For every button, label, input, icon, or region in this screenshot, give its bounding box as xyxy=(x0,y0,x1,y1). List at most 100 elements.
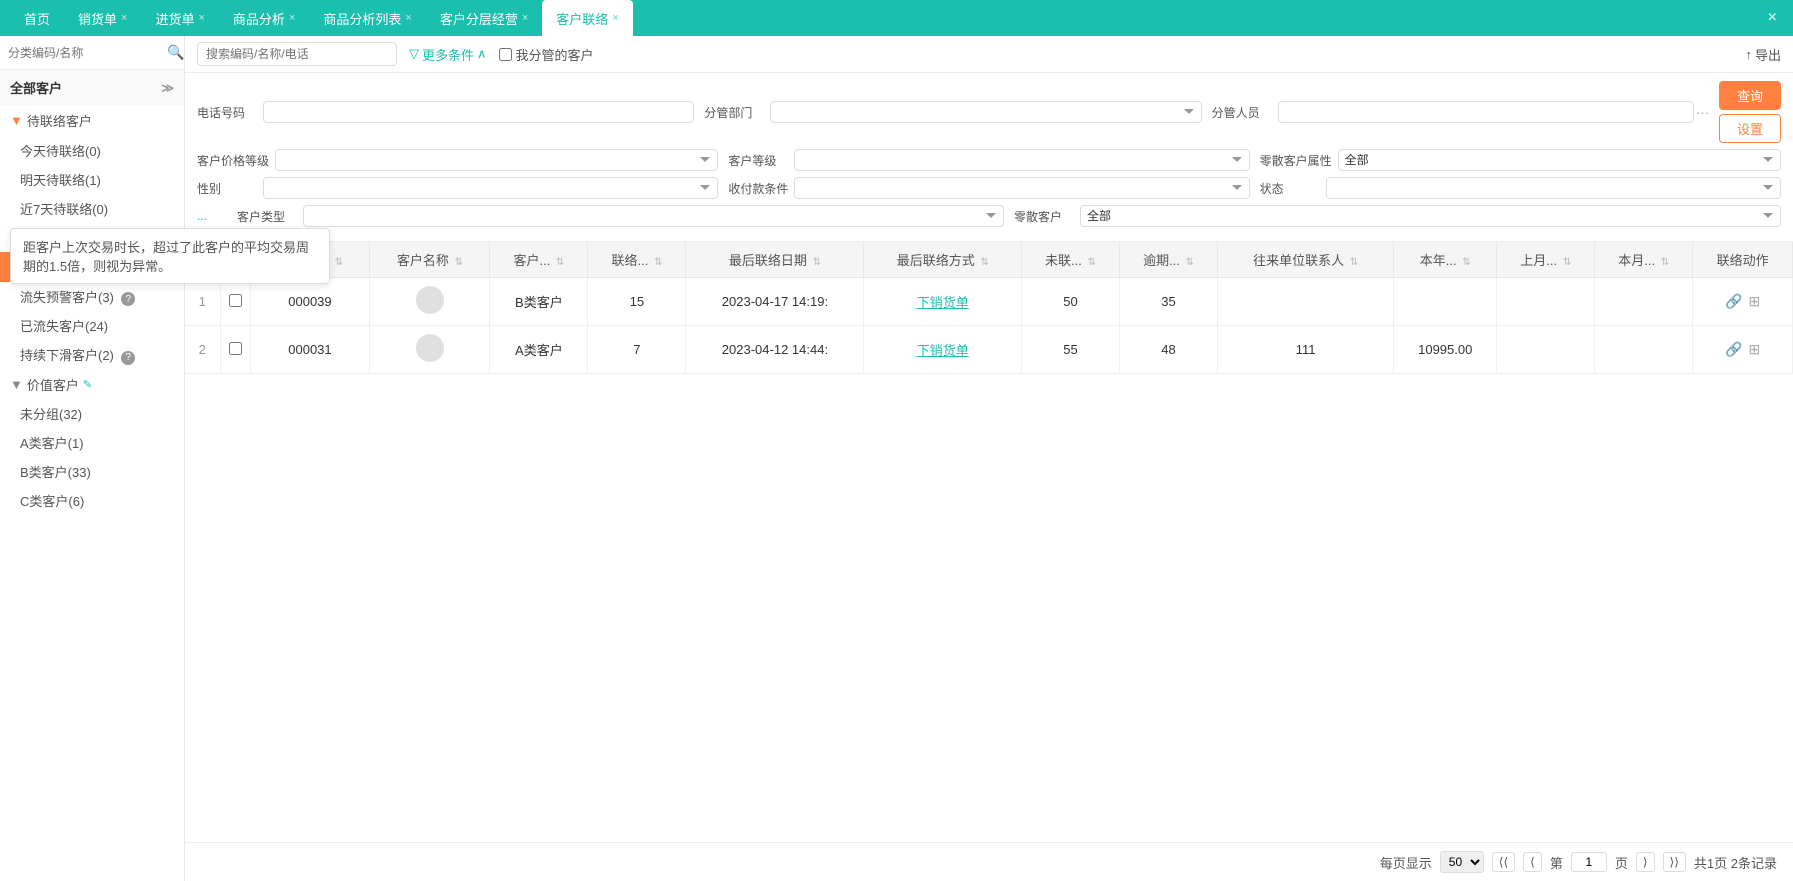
more-filters-btn[interactable]: ... xyxy=(197,209,207,223)
price-grade-select[interactable] xyxy=(275,149,718,171)
page-end-label: 页 xyxy=(1615,853,1628,872)
nav-product-analysis-close[interactable]: × xyxy=(289,12,295,24)
row2-method-link[interactable]: 下销货单 xyxy=(917,343,969,358)
nav-customer-contact-close[interactable]: × xyxy=(612,12,618,24)
customer-type-select[interactable] xyxy=(303,205,1004,227)
row1-checkbox[interactable] xyxy=(229,294,242,307)
row1-method-link[interactable]: 下销货单 xyxy=(917,295,969,310)
row2-checkbox[interactable] xyxy=(229,342,242,355)
gender-select[interactable] xyxy=(263,177,718,199)
col-name-sort-icon[interactable]: ⇅ xyxy=(455,257,463,268)
col-method-sort-icon[interactable]: ⇅ xyxy=(980,257,988,268)
col-unit-sort-icon[interactable]: ⇅ xyxy=(1350,257,1358,268)
manager-input[interactable] xyxy=(1278,101,1694,123)
nav-product-list[interactable]: 商品分析列表 × xyxy=(309,0,425,36)
col-lastmonth-sort-icon[interactable]: ⇅ xyxy=(1563,257,1571,268)
page-number-input[interactable] xyxy=(1571,852,1607,872)
row2-num: 2 xyxy=(185,326,220,374)
col-uncontact-sort-icon[interactable]: ⇅ xyxy=(1088,257,1096,268)
content-area: 距客户上次交易时长，超过了此客户的平均交易周期的1.5倍，则视为异常。 ▽ 更多… xyxy=(185,36,1793,881)
settings-button[interactable]: 设置 xyxy=(1719,114,1781,143)
value-group-edit-icon[interactable]: ✎ xyxy=(83,378,92,391)
nav-sales-close[interactable]: × xyxy=(121,12,127,24)
col-overdue: 逾期... ⇅ xyxy=(1119,242,1217,278)
sidebar-item-class-b[interactable]: B类客户(33) xyxy=(0,457,184,486)
nav-product-list-close[interactable]: × xyxy=(405,12,411,24)
filter-field-gender: 性别 xyxy=(197,177,718,199)
nav-purchase-close[interactable]: × xyxy=(198,12,204,24)
nav-customer-tier-close[interactable]: × xyxy=(522,12,528,24)
sidebar-item-tomorrow[interactable]: 明天待联络(1) xyxy=(0,165,184,194)
sidebar-item-class-c[interactable]: C类客户(6) xyxy=(0,486,184,515)
col-code-sort-icon[interactable]: ⇅ xyxy=(335,257,343,268)
my-customers-checkbox[interactable] xyxy=(499,48,512,61)
dept-select[interactable] xyxy=(770,101,1201,123)
row2-code: 000031 xyxy=(250,326,370,374)
row1-unit-contact xyxy=(1218,278,1394,326)
sidebar-item-lost-predict[interactable]: 流失预警客户(3) ? xyxy=(0,282,184,312)
sidebar: 🔍 全部客户 ≫ ▼ 待联络客户 今天待联络(0) 明天待联络(1) 近7天待联… xyxy=(0,36,185,881)
col-this-month: 本月... ⇅ xyxy=(1595,242,1693,278)
nav-purchase[interactable]: 进货单 × xyxy=(141,0,218,36)
phone-input[interactable] xyxy=(263,101,694,123)
col-date-sort-icon[interactable]: ⇅ xyxy=(813,257,821,268)
filter-toolbar: ▽ 更多条件 ∧ 我分管的客户 ↑ 导出 xyxy=(185,36,1793,73)
pending-group[interactable]: ▼ 待联络客户 xyxy=(0,105,184,136)
export-icon: ↑ xyxy=(1745,47,1752,62)
retail-select[interactable]: 全部 xyxy=(1080,205,1781,227)
row2-contact-icon[interactable]: 🔗 xyxy=(1725,341,1742,358)
tooltip-box: 距客户上次交易时长，超过了此客户的平均交易周期的1.5倍，则视为异常。 xyxy=(185,228,330,284)
row2-uncontact: 55 xyxy=(1021,326,1119,374)
payment-select[interactable] xyxy=(794,177,1249,199)
customer-grade-select[interactable] xyxy=(794,149,1249,171)
nav-home[interactable]: 首页 xyxy=(10,0,64,36)
main-layout: 🔍 全部客户 ≫ ▼ 待联络客户 今天待联络(0) 明天待联络(1) 近7天待联… xyxy=(0,36,1793,881)
sidebar-item-7days[interactable]: 近7天待联络(0) xyxy=(0,194,184,223)
row2-avatar xyxy=(416,334,444,362)
export-btn[interactable]: ↑ 导出 xyxy=(1745,45,1781,64)
sidebar-item-declining[interactable]: 持续下滑客户(2) ? xyxy=(0,340,184,370)
nav-sales[interactable]: 销货单 × xyxy=(64,0,141,36)
status-label: 状态 xyxy=(1260,180,1320,197)
value-group-label: 价值客户 xyxy=(27,375,79,394)
col-overdue-sort-icon[interactable]: ⇅ xyxy=(1186,257,1194,268)
first-page-btn[interactable]: ⟨⟨ xyxy=(1492,852,1515,872)
more-conditions-btn[interactable]: ▽ 更多条件 ∧ xyxy=(409,45,487,64)
col-yearly-sort-icon[interactable]: ⇅ xyxy=(1462,257,1470,268)
col-type-sort-icon[interactable]: ⇅ xyxy=(556,257,564,268)
row2-more-icon[interactable]: ⊞ xyxy=(1748,341,1760,358)
status-select[interactable] xyxy=(1326,177,1781,199)
row2-actions: 🔗 ⊞ xyxy=(1693,326,1793,374)
col-thismonth-sort-icon[interactable]: ⇅ xyxy=(1661,257,1669,268)
filter-field-status: 状态 xyxy=(1260,177,1781,199)
row1-more-icon[interactable]: ⊞ xyxy=(1748,293,1760,310)
row1-contact-icon[interactable]: 🔗 xyxy=(1725,293,1742,310)
page-size-select[interactable]: 50 xyxy=(1440,851,1484,873)
sidebar-item-class-a[interactable]: A类客户(1) xyxy=(0,428,184,457)
retail-attr-label: 零散客户属性 xyxy=(1260,152,1332,169)
nav-product-analysis[interactable]: 商品分析 × xyxy=(219,0,309,36)
retail-attr-select[interactable]: 全部 xyxy=(1338,149,1781,171)
main-search-input[interactable] xyxy=(197,42,397,66)
sidebar-item-today[interactable]: 今天待联络(0) xyxy=(0,136,184,165)
nav-customer-tier[interactable]: 客户分层经营 × xyxy=(426,0,542,36)
col-action: 联络动作 xyxy=(1693,242,1793,278)
sidebar-item-lost[interactable]: 已流失客户(24) xyxy=(0,311,184,340)
sidebar-item-ungrouped[interactable]: 未分组(32) xyxy=(0,399,184,428)
prev-page-btn[interactable]: ⟨ xyxy=(1523,852,1542,872)
phone-label: 电话号码 xyxy=(197,104,257,121)
my-customers-label: 我分管的客户 xyxy=(516,45,594,64)
window-close-button[interactable]: × xyxy=(1768,9,1777,27)
query-button[interactable]: 查询 xyxy=(1719,81,1781,110)
manager-more-icon[interactable]: ··· xyxy=(1696,105,1709,120)
filter-field-manager: 分管人员 ··· xyxy=(1212,101,1709,123)
filter-field-dept: 分管部门 xyxy=(704,101,1201,123)
sidebar-search-input[interactable] xyxy=(8,46,163,60)
nav-customer-contact[interactable]: 客户联络 × xyxy=(542,0,632,36)
sidebar-search-icon[interactable]: 🔍 xyxy=(167,44,184,61)
next-page-btn[interactable]: ⟩ xyxy=(1636,852,1655,872)
last-page-btn[interactable]: ⟩⟩ xyxy=(1663,852,1686,872)
col-contact-sort-icon[interactable]: ⇅ xyxy=(654,257,662,268)
sidebar-collapse-icon[interactable]: ≫ xyxy=(161,81,174,95)
sidebar-bottom-spacer xyxy=(0,515,184,881)
